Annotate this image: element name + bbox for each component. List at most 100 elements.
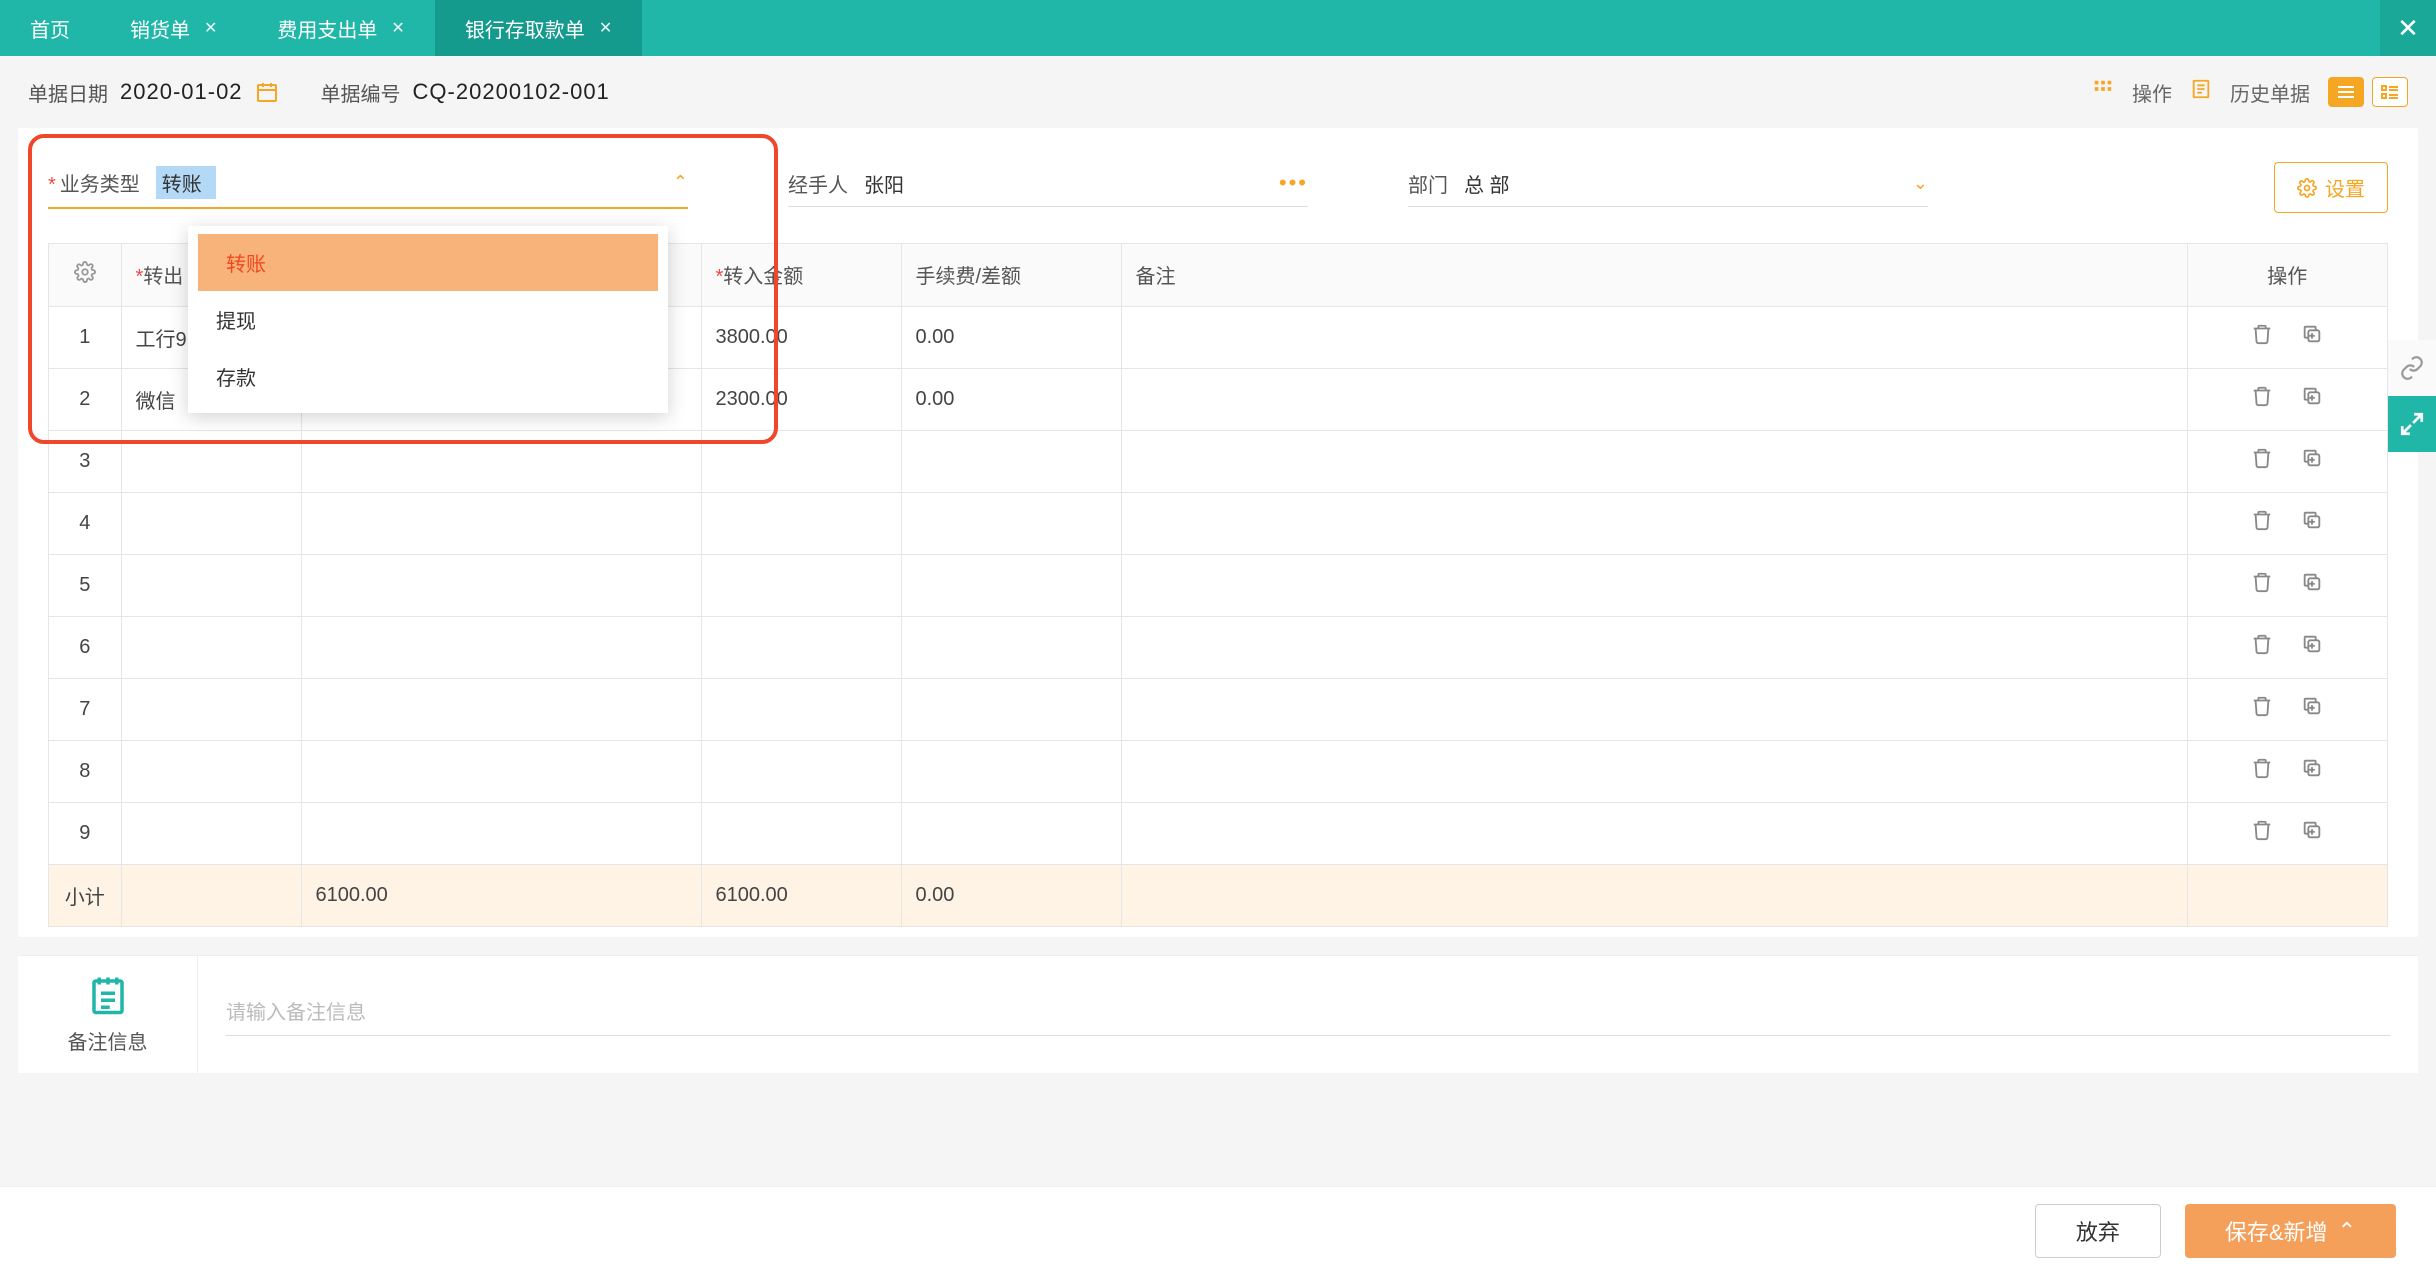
operate-icon[interactable] (2092, 78, 2114, 106)
cell-in-amount[interactable]: 2300.00 (701, 368, 901, 430)
cell-fee[interactable] (901, 430, 1121, 492)
dropdown-item-deposit[interactable]: 存款 (188, 348, 668, 405)
cell-ops (2187, 740, 2387, 802)
cell-out-account[interactable] (121, 678, 301, 740)
settings-button[interactable]: 设置 (2274, 162, 2388, 213)
cell-in-amount[interactable] (701, 492, 901, 554)
table-row[interactable]: 6 (49, 616, 2387, 678)
cell-in-amount[interactable]: 3800.00 (701, 306, 901, 368)
close-panel-button[interactable]: ✕ (2380, 0, 2436, 56)
cell-fee[interactable] (901, 802, 1121, 864)
table-row[interactable]: 8 (49, 740, 2387, 802)
cell-hidden[interactable] (301, 740, 701, 802)
cell-fee[interactable]: 0.00 (901, 306, 1121, 368)
delete-row-button[interactable] (2251, 509, 2273, 537)
cell-remark[interactable] (1121, 802, 2187, 864)
handler-select[interactable]: 经手人 张阳 ••• (788, 169, 1308, 207)
cell-in-amount[interactable] (701, 802, 901, 864)
table-row[interactable]: 3 (49, 430, 2387, 492)
cell-fee[interactable] (901, 492, 1121, 554)
close-icon[interactable]: ✕ (599, 18, 612, 38)
history-label[interactable]: 历史单据 (2230, 78, 2310, 107)
close-icon[interactable]: ✕ (204, 18, 217, 38)
table-row[interactable]: 5 (49, 554, 2387, 616)
cell-remark[interactable] (1121, 616, 2187, 678)
tab-sales[interactable]: 销货单 ✕ (100, 0, 247, 56)
more-icon[interactable]: ••• (1279, 170, 1308, 196)
delete-row-button[interactable] (2251, 323, 2273, 351)
cell-out-account[interactable] (121, 492, 301, 554)
tab-bank-transfer[interactable]: 银行存取款单 ✕ (435, 0, 642, 56)
cell-fee[interactable] (901, 616, 1121, 678)
cell-in-amount[interactable] (701, 554, 901, 616)
dropdown-item-transfer[interactable]: 转账 (198, 234, 658, 291)
cell-remark[interactable] (1121, 554, 2187, 616)
cell-remark[interactable] (1121, 430, 2187, 492)
dropdown-item-withdraw[interactable]: 提现 (188, 291, 668, 348)
cell-hidden[interactable] (301, 554, 701, 616)
delete-row-button[interactable] (2251, 447, 2273, 475)
copy-row-button[interactable] (2301, 571, 2323, 599)
cell-hidden[interactable] (301, 802, 701, 864)
table-row[interactable]: 7 (49, 678, 2387, 740)
copy-row-button[interactable] (2301, 385, 2323, 413)
view-grid-button[interactable] (2372, 77, 2408, 107)
cell-in-amount[interactable] (701, 740, 901, 802)
delete-row-button[interactable] (2251, 571, 2273, 599)
footer: 放弃 保存&新增⌃ (0, 1186, 2436, 1274)
attachment-button[interactable] (2388, 340, 2436, 396)
handler-value: 张阳 (864, 169, 924, 198)
delete-row-button[interactable] (2251, 695, 2273, 723)
table-row[interactable]: 9 (49, 802, 2387, 864)
cell-out-account[interactable] (121, 802, 301, 864)
cell-hidden[interactable] (301, 492, 701, 554)
cell-ops (2187, 368, 2387, 430)
tab-home[interactable]: 首页 (0, 0, 100, 56)
copy-row-button[interactable] (2301, 695, 2323, 723)
delete-row-button[interactable] (2251, 819, 2273, 847)
calendar-icon[interactable] (255, 80, 279, 104)
remark-input[interactable] (226, 992, 2390, 1036)
view-list-button[interactable] (2328, 77, 2364, 107)
date-value[interactable]: 2020-01-02 (120, 79, 243, 105)
copy-row-button[interactable] (2301, 447, 2323, 475)
cell-in-amount[interactable] (701, 678, 901, 740)
cell-remark[interactable] (1121, 492, 2187, 554)
discard-button[interactable]: 放弃 (2035, 1204, 2161, 1258)
expand-button[interactable] (2388, 396, 2436, 452)
cell-remark[interactable] (1121, 678, 2187, 740)
cell-out-account[interactable] (121, 430, 301, 492)
save-add-button[interactable]: 保存&新增⌃ (2185, 1204, 2396, 1258)
cell-in-amount[interactable] (701, 430, 901, 492)
gear-column-header[interactable] (49, 244, 121, 306)
cell-hidden[interactable] (301, 616, 701, 678)
copy-row-button[interactable] (2301, 819, 2323, 847)
delete-row-button[interactable] (2251, 757, 2273, 785)
copy-row-button[interactable] (2301, 757, 2323, 785)
cell-fee[interactable] (901, 740, 1121, 802)
cell-remark[interactable] (1121, 306, 2187, 368)
dept-select[interactable]: 部门 总 部 ⌄ (1408, 169, 1928, 207)
copy-row-button[interactable] (2301, 633, 2323, 661)
close-icon[interactable]: ✕ (391, 18, 404, 38)
history-icon[interactable] (2190, 78, 2212, 106)
cell-fee[interactable] (901, 554, 1121, 616)
cell-remark[interactable] (1121, 368, 2187, 430)
cell-hidden[interactable] (301, 430, 701, 492)
cell-out-account[interactable] (121, 616, 301, 678)
copy-row-button[interactable] (2301, 323, 2323, 351)
cell-fee[interactable]: 0.00 (901, 368, 1121, 430)
delete-row-button[interactable] (2251, 385, 2273, 413)
biz-type-select[interactable]: *业务类型 转账 ⌃ 转账 提现 存款 (48, 166, 688, 209)
cell-hidden[interactable] (301, 678, 701, 740)
cell-fee[interactable] (901, 678, 1121, 740)
cell-in-amount[interactable] (701, 616, 901, 678)
cell-out-account[interactable] (121, 740, 301, 802)
tab-expense[interactable]: 费用支出单 ✕ (247, 0, 434, 56)
table-row[interactable]: 4 (49, 492, 2387, 554)
cell-remark[interactable] (1121, 740, 2187, 802)
delete-row-button[interactable] (2251, 633, 2273, 661)
operate-label[interactable]: 操作 (2132, 78, 2172, 107)
copy-row-button[interactable] (2301, 509, 2323, 537)
cell-out-account[interactable] (121, 554, 301, 616)
